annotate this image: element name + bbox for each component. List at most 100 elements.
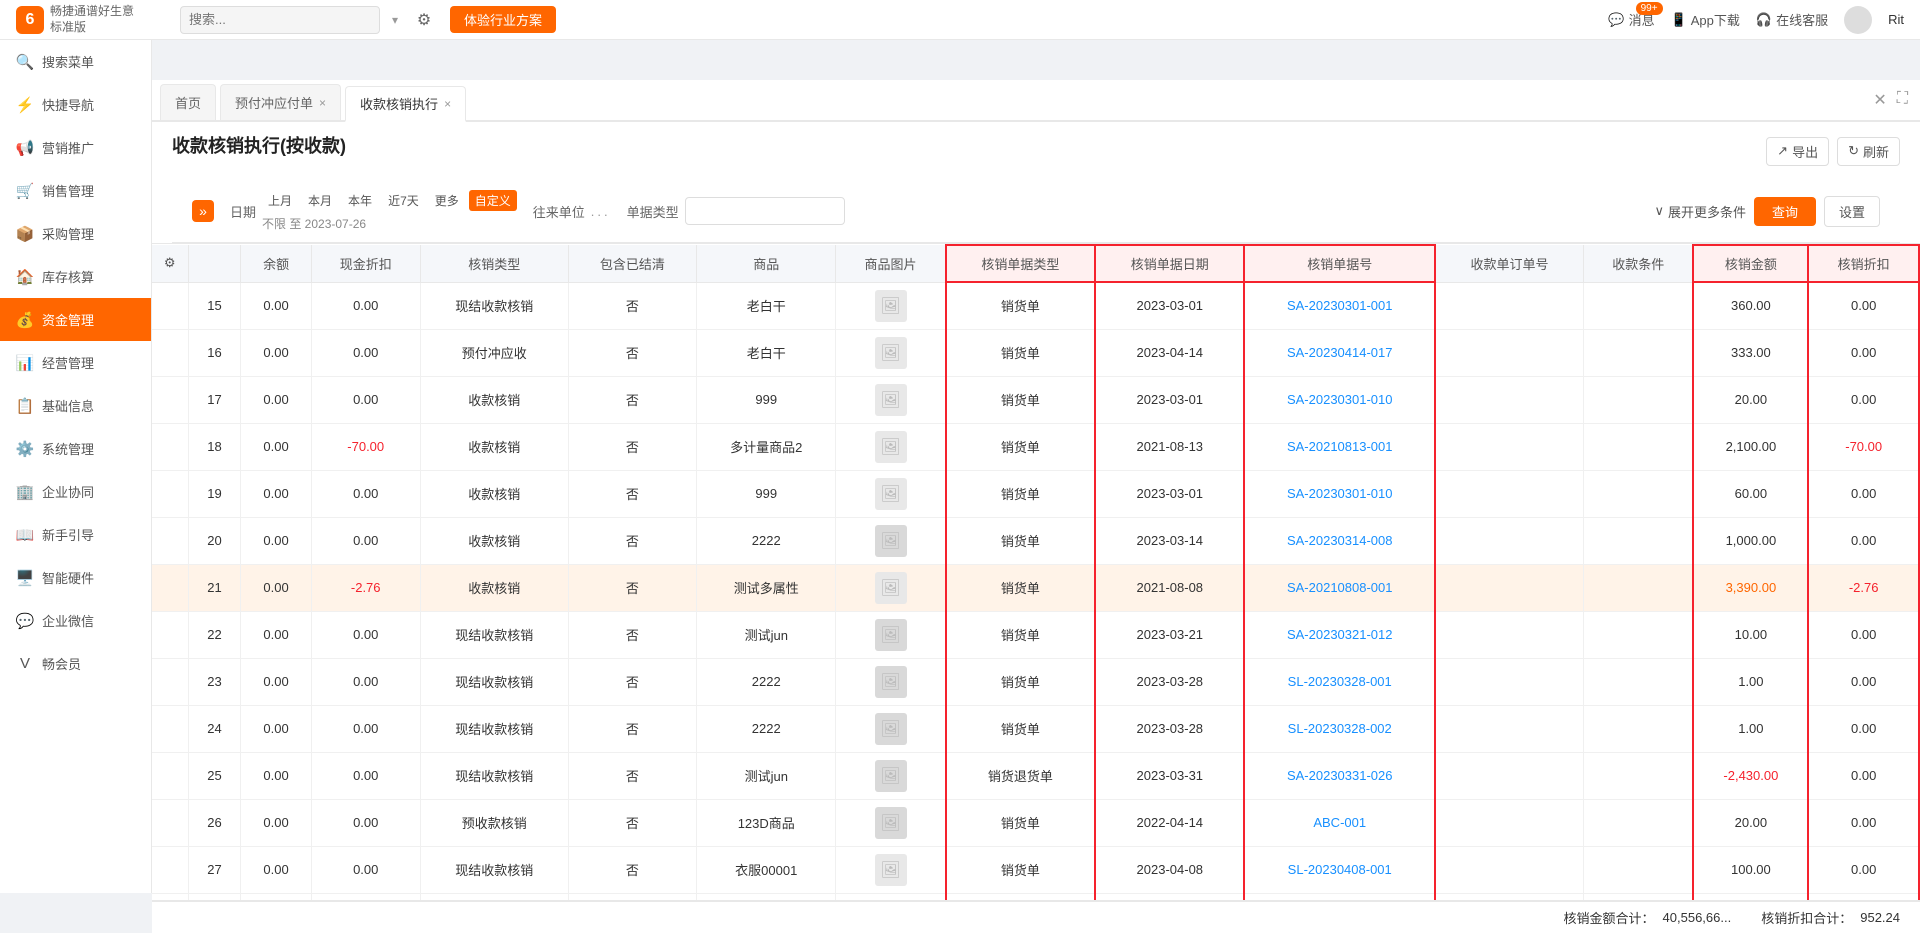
footer-writeoff-discount: 核销折扣合计： 952.24 xyxy=(1761,908,1900,927)
sidebar-item-sales[interactable]: 🛒 销售管理 xyxy=(0,169,151,212)
service-icon: 🎧 xyxy=(1756,12,1772,28)
cell-settings xyxy=(152,705,188,752)
gear-icon[interactable]: ⚙ xyxy=(410,6,438,34)
cell-include-settled: 否 xyxy=(568,799,696,846)
sidebar-item-guide[interactable]: 📖 新手引导 xyxy=(0,513,151,556)
cell-writeoff-type: 预付冲应收 xyxy=(420,329,568,376)
sidebar-item-marketing[interactable]: 📢 营销推广 xyxy=(0,126,151,169)
product-image: 🖼 xyxy=(875,854,907,886)
tab-collection-close[interactable]: × xyxy=(444,97,451,111)
cell-writeoff-date: 2023-03-01 xyxy=(1095,282,1244,329)
tab-prepay[interactable]: 预付冲应付单 × xyxy=(220,84,341,120)
writeoff-bill-link[interactable]: SA-20210813-001 xyxy=(1287,439,1393,454)
sidebar-item-operations[interactable]: 📊 经营管理 xyxy=(0,341,151,384)
cell-writeoff-bill-no: SA-20230301-001 xyxy=(1244,282,1434,329)
writeoff-bill-link[interactable]: SA-20230331-026 xyxy=(1287,768,1393,783)
cell-row-num: 20 xyxy=(188,517,241,564)
writeoff-bill-link[interactable]: SA-20230414-017 xyxy=(1287,345,1393,360)
receipt-type-filter: 单据类型 xyxy=(627,197,845,225)
counterparty-dots: ... xyxy=(591,204,611,219)
cell-cash-discount: 0.00 xyxy=(311,611,420,658)
search-input[interactable] xyxy=(180,6,380,34)
cell-writeoff-date: 2023-04-18 xyxy=(1095,893,1244,900)
cell-receipt-condition xyxy=(1584,517,1694,564)
refresh-button[interactable]: ↻ 刷新 xyxy=(1837,137,1900,166)
col-settings[interactable]: ⚙ xyxy=(152,245,188,282)
table-row: 18 0.00 -70.00 收款核销 否 多计量商品2 🖼 销货单 2021-… xyxy=(152,423,1919,470)
receipt-type-select[interactable] xyxy=(685,197,845,225)
table-row: 25 0.00 0.00 现结收款核销 否 测试jun 🖼 销货退货单 2023… xyxy=(152,752,1919,799)
dropdown-arrow-icon[interactable]: ▾ xyxy=(392,13,398,27)
sidebar-item-inventory[interactable]: 🏠 库存核算 xyxy=(0,255,151,298)
date-btn-custom[interactable]: 自定义 xyxy=(469,190,517,211)
filter-settings-button[interactable]: 设置 xyxy=(1824,196,1880,227)
cell-writeoff-bill-no: SA-20210808-001 xyxy=(1244,564,1434,611)
sidebar-item-wechat[interactable]: 💬 企业微信 xyxy=(0,599,151,642)
expand-window-icon[interactable]: ⛶ xyxy=(1897,90,1908,110)
tab-home-label: 首页 xyxy=(175,93,201,112)
col-receipt-condition: 收款条件 xyxy=(1584,245,1694,282)
query-button[interactable]: 查询 xyxy=(1754,197,1816,226)
sidebar-item-basic-info[interactable]: 📋 基础信息 xyxy=(0,384,151,427)
app-download-button[interactable]: 📱 App下载 xyxy=(1671,10,1740,29)
cell-writeoff-date: 2023-04-08 xyxy=(1095,846,1244,893)
cell-product-image: 🖼 xyxy=(836,752,946,799)
tab-collection[interactable]: 收款核销执行 × xyxy=(345,86,466,122)
writeoff-bill-link[interactable]: SL-20230408-001 xyxy=(1288,862,1392,877)
sidebar-item-label: 基础信息 xyxy=(42,396,94,415)
cell-writeoff-bill-type: 销货单 xyxy=(946,282,1095,329)
sidebar-item-hardware[interactable]: 🖥️ 智能硬件 xyxy=(0,556,151,599)
filter-expand-button[interactable]: » xyxy=(192,200,214,222)
cell-writeoff-discount: 0.00 xyxy=(1808,705,1919,752)
date-btn-this-year[interactable]: 本年 xyxy=(342,190,378,211)
sidebar-item-purchase[interactable]: 📦 采购管理 xyxy=(0,212,151,255)
expand-conditions-button[interactable]: ∨ 展开更多条件 xyxy=(1654,202,1746,221)
table-container: ⚙ 余额 现金折扣 核销类型 包含已结清 商品 商品图片 核销单据类型 核销单据… xyxy=(152,244,1920,900)
writeoff-bill-link[interactable]: ABC-001 xyxy=(1313,815,1366,830)
avatar[interactable] xyxy=(1844,6,1872,34)
writeoff-bill-link[interactable]: SL-20230328-002 xyxy=(1288,721,1392,736)
cell-cash-discount: 0.00 xyxy=(311,799,420,846)
writeoff-bill-link[interactable]: SA-20230301-001 xyxy=(1287,298,1393,313)
date-btn-more[interactable]: 更多 xyxy=(429,190,465,211)
writeoff-bill-link[interactable]: SA-20230301-010 xyxy=(1287,486,1393,501)
cell-receipt-order-no xyxy=(1435,517,1584,564)
sidebar-item-vip[interactable]: V 畅会员 xyxy=(0,642,151,685)
table-row: 27 0.00 0.00 现结收款核销 否 衣服00001 🖼 销货单 2023… xyxy=(152,846,1919,893)
writeoff-bill-link[interactable]: SA-20230321-012 xyxy=(1287,627,1393,642)
solution-button[interactable]: 体验行业方案 xyxy=(450,6,556,33)
writeoff-bill-link[interactable]: SA-20230314-008 xyxy=(1287,533,1393,548)
sidebar-item-finance[interactable]: 💰 资金管理 xyxy=(0,298,151,341)
tab-prepay-close[interactable]: × xyxy=(319,96,326,110)
product-image: 🖼 xyxy=(875,619,907,651)
sidebar-item-enterprise[interactable]: 🏢 企业协同 xyxy=(0,470,151,513)
cell-include-settled: 否 xyxy=(568,611,696,658)
cell-writeoff-bill-no: SA-20210813-001 xyxy=(1244,423,1434,470)
cell-writeoff-amount: 2,100.00 xyxy=(1693,423,1808,470)
close-window-icon[interactable]: ✕ xyxy=(1873,90,1886,110)
cell-writeoff-date: 2022-04-14 xyxy=(1095,799,1244,846)
writeoff-bill-link[interactable]: SL-20230328-001 xyxy=(1288,674,1392,689)
cell-writeoff-date: 2023-03-14 xyxy=(1095,517,1244,564)
cell-settings xyxy=(152,470,188,517)
tab-home[interactable]: 首页 xyxy=(160,84,216,120)
date-btn-this-month[interactable]: 本月 xyxy=(302,190,338,211)
sidebar-item-system[interactable]: ⚙️ 系统管理 xyxy=(0,427,151,470)
date-btn-7days[interactable]: 近7天 xyxy=(382,190,425,211)
main-content: 首页 预付冲应付单 × 收款核销执行 × ✕ ⛶ 收款核销执行(按收款) ↗ 导… xyxy=(152,80,1920,933)
cell-product: 测试jun xyxy=(697,611,836,658)
cell-writeoff-discount: 0.00 xyxy=(1808,329,1919,376)
message-button[interactable]: 💬 消息 99+ xyxy=(1608,10,1654,29)
date-btn-last-month[interactable]: 上月 xyxy=(262,190,298,211)
vip-icon: V xyxy=(16,655,34,673)
cell-writeoff-bill-no: SA-20230314-008 xyxy=(1244,517,1434,564)
cell-balance: 0.00 xyxy=(241,658,311,705)
sidebar-item-label: 企业协同 xyxy=(42,482,94,501)
writeoff-bill-link[interactable]: SA-20230301-010 xyxy=(1287,392,1393,407)
sidebar-item-quick-nav[interactable]: ⚡ 快捷导航 xyxy=(0,83,151,126)
sidebar-item-search-menu[interactable]: 🔍 搜索菜单 xyxy=(0,40,151,83)
online-service-button[interactable]: 🎧 在线客服 xyxy=(1756,10,1828,29)
export-button[interactable]: ↗ 导出 xyxy=(1766,137,1829,166)
writeoff-bill-link[interactable]: SA-20210808-001 xyxy=(1287,580,1393,595)
table-row: 16 0.00 0.00 预付冲应收 否 老白干 🖼 销货单 2023-04-1… xyxy=(152,329,1919,376)
